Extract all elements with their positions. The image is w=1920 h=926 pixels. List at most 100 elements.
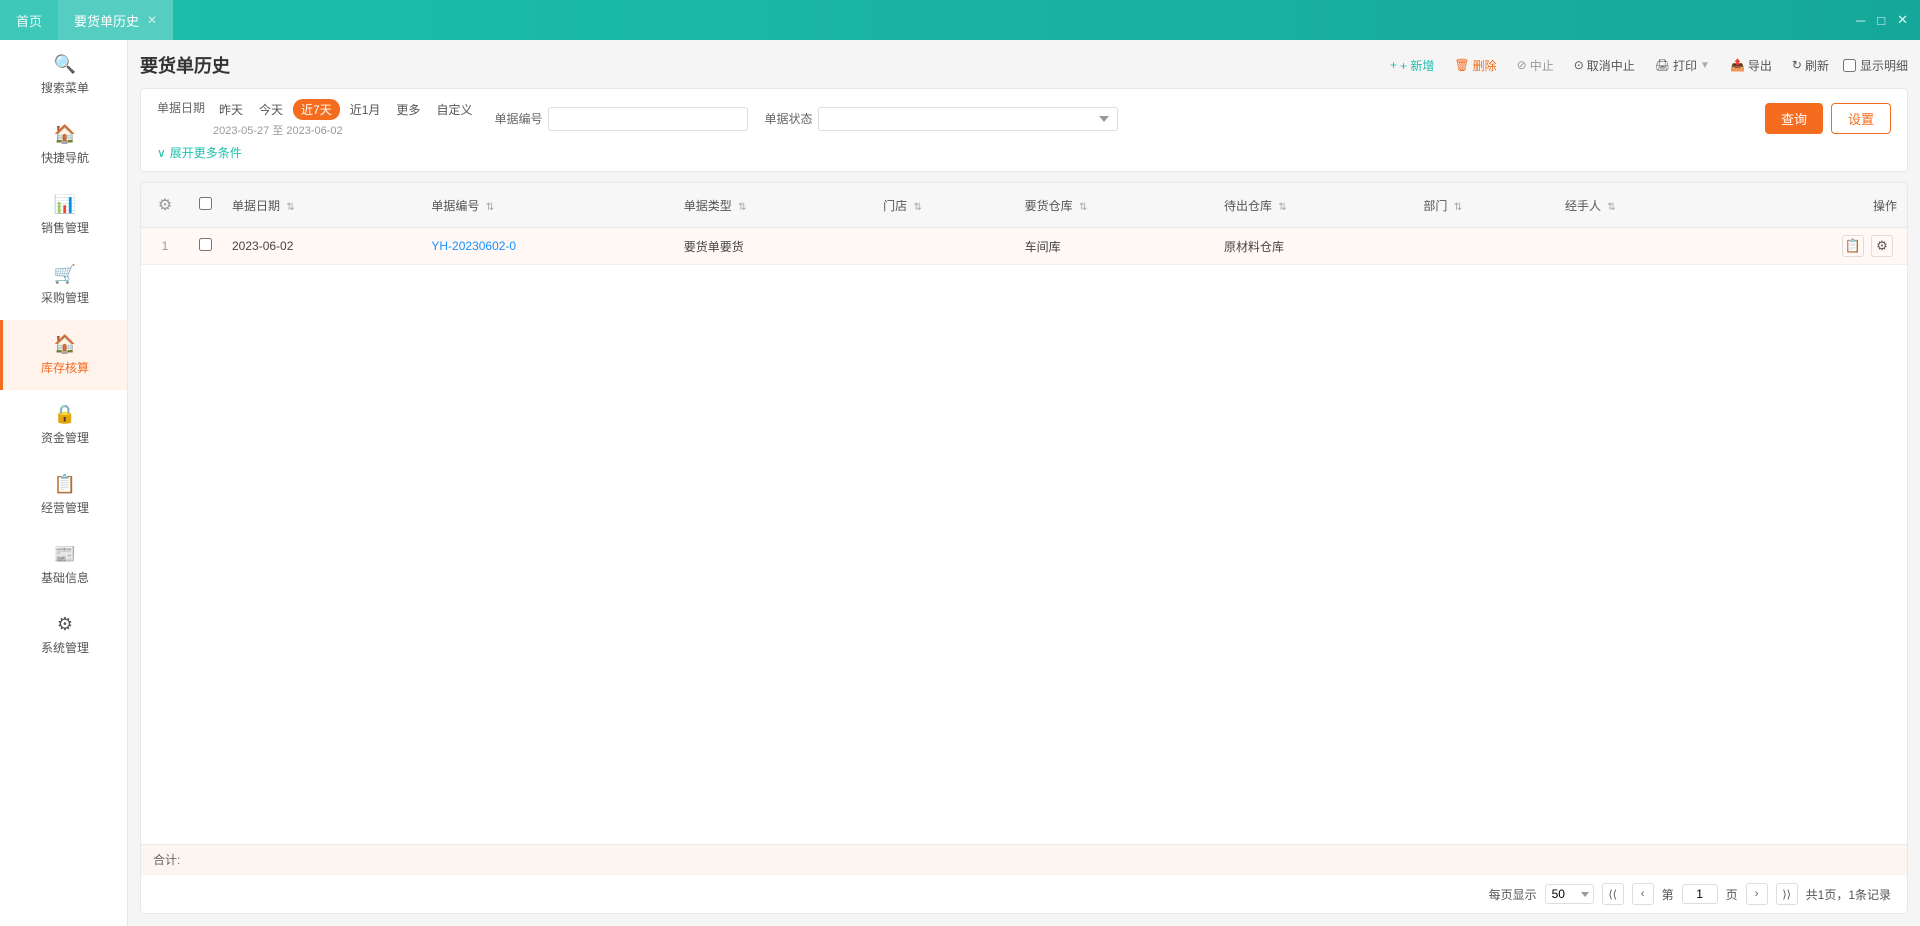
sidebar-item-purchase-mgmt[interactable]: 🛒 采购管理	[0, 250, 127, 320]
cell-store	[873, 228, 1015, 265]
table-footer: 合计:	[141, 844, 1907, 874]
date-btn-last-month[interactable]: 近1月	[344, 99, 387, 120]
page-title: 要货单历史	[140, 52, 230, 78]
sidebar-item-search-menu[interactable]: 🔍 搜索菜单	[0, 40, 127, 110]
cell-doc-no[interactable]: YH-20230602-0	[421, 228, 673, 265]
pg-next-btn[interactable]: ›	[1746, 883, 1768, 905]
page-size-select[interactable]: 50 10 20 100	[1545, 884, 1594, 904]
status-select[interactable]	[818, 107, 1118, 131]
select-all-checkbox[interactable]	[199, 197, 212, 210]
op-view-btn[interactable]: 📋	[1842, 235, 1864, 257]
tab-order-history[interactable]: 要货单历史 ✕	[58, 0, 173, 40]
tab-home-label: 首页	[16, 11, 42, 30]
window-close-icon[interactable]: ✕	[1897, 12, 1908, 28]
table-container: ⚙ 单据日期 ⇅ 单据编号	[140, 182, 1908, 914]
date-btn-last7[interactable]: 近7天	[293, 99, 340, 120]
delete-button[interactable]: 🗑 删除	[1448, 53, 1502, 78]
finance-mgmt-icon: 🔒	[54, 404, 76, 425]
sidebar-item-ops-mgmt-label: 经营管理	[41, 499, 89, 516]
th-checkbox[interactable]	[189, 183, 222, 228]
delete-icon: 🗑	[1454, 58, 1469, 72]
sidebar-item-inventory[interactable]: 🏠 库存核算	[0, 320, 127, 390]
sidebar-item-quick-nav[interactable]: 🏠 快捷导航	[0, 110, 127, 180]
table-settings-icon[interactable]: ⚙	[151, 191, 179, 219]
date-range-display: 2023-05-27 至 2023-06-02	[213, 122, 478, 138]
sys-mgmt-icon: ⚙	[57, 614, 73, 635]
window-min-icon[interactable]: ─	[1856, 13, 1865, 28]
sidebar-item-sys-mgmt[interactable]: ⚙ 系统管理	[0, 600, 127, 670]
footer-total-label: 合计:	[153, 851, 180, 868]
sort-icon-req-warehouse: ⇅	[1079, 202, 1087, 213]
doc-no-input[interactable]	[548, 107, 748, 131]
th-operation: 操作	[1725, 183, 1907, 228]
date-btn-yesterday[interactable]: 昨天	[213, 99, 249, 120]
tab-home[interactable]: 首页	[0, 0, 58, 40]
th-doc-date[interactable]: 单据日期 ⇅	[222, 183, 421, 228]
sort-icon-store: ⇅	[913, 202, 921, 213]
filter-action-btns: 查询 设置	[1765, 103, 1891, 134]
date-btn-today[interactable]: 今天	[253, 99, 289, 120]
date-buttons: 昨天 今天 近7天 近1月 更多 自定义	[213, 99, 478, 120]
sidebar-item-sales-mgmt[interactable]: 📊 销售管理	[0, 180, 127, 250]
th-settings[interactable]: ⚙	[141, 183, 189, 228]
page-header: 要货单历史 + + 新增 🗑 删除 ⊘ 中止 ⊙	[140, 52, 1908, 78]
print-button[interactable]: 🖨 打印 ▼	[1649, 53, 1716, 78]
doc-no-label: 单据编号	[494, 110, 542, 127]
pg-prev-btn[interactable]: ‹	[1632, 883, 1654, 905]
row-checkbox[interactable]	[199, 238, 212, 251]
th-store[interactable]: 门店 ⇅	[873, 183, 1015, 228]
th-doc-type[interactable]: 单据类型 ⇅	[674, 183, 873, 228]
stop-icon: ⊘	[1517, 58, 1527, 72]
sidebar-item-ops-mgmt[interactable]: 📋 经营管理	[0, 460, 127, 530]
table-header-row: ⚙ 单据日期 ⇅ 单据编号	[141, 183, 1907, 228]
cancel-stop-button[interactable]: ⊙ 取消中止	[1568, 53, 1641, 78]
cell-req-warehouse: 车间库	[1015, 228, 1214, 265]
th-pending-warehouse[interactable]: 待出仓库 ⇅	[1214, 183, 1413, 228]
sort-icon-doc-no: ⇅	[486, 202, 494, 213]
th-doc-no[interactable]: 单据编号 ⇅	[421, 183, 673, 228]
top-bar-right: ─ □ ✕	[1856, 12, 1920, 28]
sidebar-item-finance-mgmt-label: 资金管理	[41, 429, 89, 446]
pagination-bar: 每页显示 50 10 20 100 ⟨⟨ ‹ 第 页 › ⟩⟩ 共1页，1条记录	[141, 874, 1907, 913]
th-doc-type-label: 单据类型	[684, 199, 732, 213]
window-max-icon[interactable]: □	[1877, 13, 1885, 28]
filter-status: 单据状态	[764, 107, 1749, 131]
th-handler[interactable]: 经手人 ⇅	[1555, 183, 1725, 228]
refresh-button[interactable]: ↻ 刷新	[1786, 53, 1835, 78]
cell-checkbox[interactable]	[189, 228, 222, 265]
page-actions: + + 新增 🗑 删除 ⊘ 中止 ⊙ 取消中止	[1384, 53, 1908, 78]
op-more-btn[interactable]: ⚙	[1871, 235, 1893, 257]
print-icon: 🖨	[1655, 58, 1670, 72]
stop-button[interactable]: ⊘ 中止	[1511, 53, 1560, 78]
date-btn-custom[interactable]: 自定义	[430, 99, 478, 120]
date-filter-inner: 昨天 今天 近7天 近1月 更多 自定义 2023-05-27 至 2023-0…	[213, 99, 478, 138]
date-btn-more[interactable]: 更多	[390, 99, 426, 120]
pg-page-input[interactable]	[1682, 884, 1718, 904]
query-button[interactable]: 查询	[1765, 103, 1823, 134]
display-detail-checkbox[interactable]	[1843, 59, 1856, 72]
th-operation-label: 操作	[1873, 199, 1897, 213]
stop-label: 中止	[1530, 57, 1554, 74]
sidebar-item-basic-info[interactable]: 📰 基础信息	[0, 530, 127, 600]
filter-doc-no: 单据编号	[494, 107, 748, 131]
settings-button[interactable]: 设置	[1831, 103, 1891, 134]
main-layout: 🔍 搜索菜单 🏠 快捷导航 📊 销售管理 🛒 采购管理 🏠 库存核算 🔒 资金管…	[0, 40, 1920, 926]
sidebar-item-finance-mgmt[interactable]: 🔒 资金管理	[0, 390, 127, 460]
expand-more-btn[interactable]: ∨ 展开更多条件	[157, 144, 1891, 161]
export-label: 导出	[1748, 57, 1772, 74]
sidebar-item-search-menu-label: 搜索菜单	[41, 79, 89, 96]
tab-close-icon[interactable]: ✕	[147, 13, 157, 27]
date-filter-label: 单据日期	[157, 99, 205, 116]
th-req-warehouse[interactable]: 要货仓库 ⇅	[1015, 183, 1214, 228]
th-department[interactable]: 部门 ⇅	[1413, 183, 1555, 228]
top-bar-tabs: 首页 要货单历史 ✕	[0, 0, 1856, 40]
display-detail-label: 显示明细	[1860, 57, 1908, 74]
doc-no-link[interactable]: YH-20230602-0	[431, 239, 516, 253]
cell-doc-date: 2023-06-02	[222, 228, 421, 265]
pg-last-btn[interactable]: ⟩⟩	[1776, 883, 1798, 905]
display-detail-toggle[interactable]: 显示明细	[1843, 57, 1908, 74]
sort-icon-department: ⇅	[1454, 202, 1462, 213]
pg-first-btn[interactable]: ⟨⟨	[1602, 883, 1624, 905]
new-button[interactable]: + + 新增	[1384, 53, 1440, 78]
export-button[interactable]: 📤 导出	[1724, 53, 1778, 78]
